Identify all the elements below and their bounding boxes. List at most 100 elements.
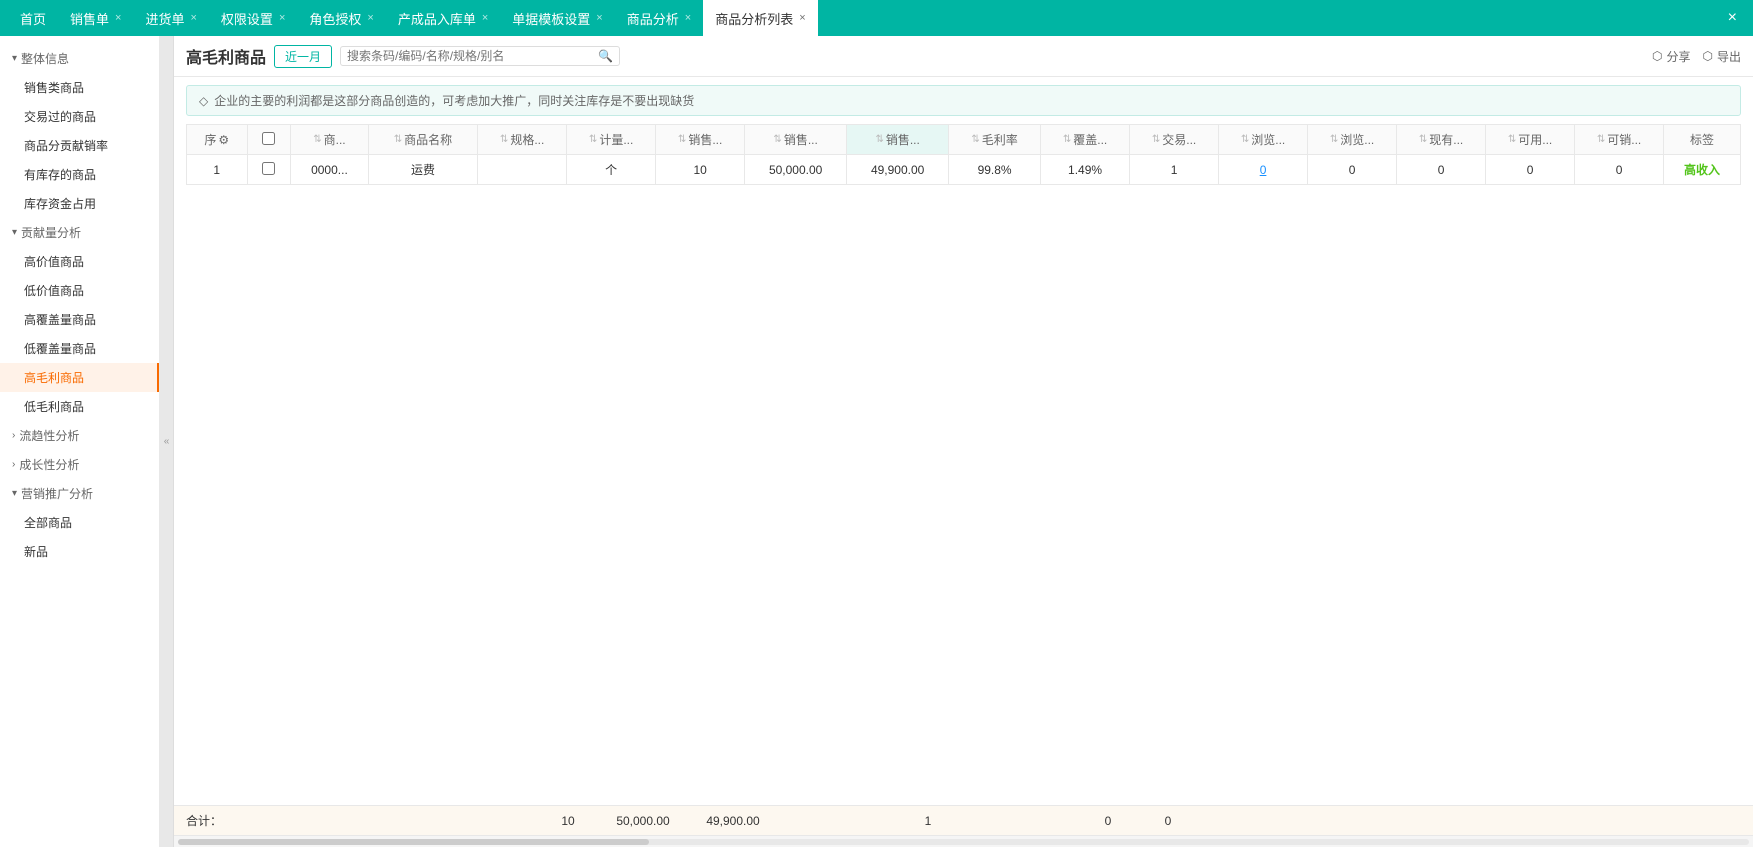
filter-recent-month-button[interactable]: 近一月 <box>274 45 332 68</box>
sidebar-group-contribution[interactable]: ▾ 贡献量分析 <box>0 218 159 247</box>
close-icon[interactable]: × <box>190 12 196 24</box>
sort-icon: ⇅ <box>500 134 508 145</box>
search-input[interactable] <box>347 49 598 63</box>
col-browse1: ⇅ 浏览... <box>1219 125 1308 155</box>
nav-analysis-list[interactable]: 商品分析列表 × <box>703 0 817 36</box>
col-sale1: ⇅ 销售... <box>656 125 745 155</box>
nav-purchase[interactable]: 进货单 × <box>133 0 208 36</box>
sidebar-collapse-button[interactable]: « <box>160 36 174 847</box>
scrollbar-thumb[interactable] <box>178 839 649 845</box>
nav-analysis[interactable]: 商品分析 × <box>615 0 703 36</box>
footer-spacer3 <box>958 814 1078 828</box>
sort-icon: ⇅ <box>1063 134 1071 145</box>
nav-permissions[interactable]: 权限设置 × <box>209 0 297 36</box>
cell-browse1[interactable]: 0 <box>1219 155 1308 185</box>
col-sale2: ⇅ 销售... <box>745 125 847 155</box>
export-icon: ⬡ <box>1703 49 1713 63</box>
nav-roles[interactable]: 角色授权 × <box>297 0 385 36</box>
horizontal-scrollbar[interactable] <box>174 835 1753 847</box>
cell-checkbox[interactable] <box>247 155 290 185</box>
sidebar-item-all-goods[interactable]: 全部商品 <box>0 508 159 537</box>
close-icon[interactable]: × <box>799 12 805 24</box>
cell-tag: 高收入 <box>1664 155 1741 185</box>
col-checkbox[interactable] <box>247 125 290 155</box>
content-header: 高毛利商品 近一月 🔍 ⬡ 分享 ⬡ 导出 <box>174 36 1753 77</box>
sidebar-item-high-coverage[interactable]: 高覆盖量商品 <box>0 305 159 334</box>
footer-sale1: 10 <box>538 814 598 828</box>
sidebar-item-sales-goods[interactable]: 销售类商品 <box>0 73 159 102</box>
export-button[interactable]: ⬡ 导出 <box>1703 48 1742 65</box>
close-icon[interactable]: × <box>115 12 121 24</box>
notice-bar: ◇ 企业的主要的利润都是这部分商品创造的，可考虑加大推广，同时关注库存是不要出现… <box>186 85 1741 116</box>
sort-icon: ⇅ <box>1419 134 1427 145</box>
window-close-button[interactable]: × <box>1720 9 1745 27</box>
sidebar-item-low-margin[interactable]: 低毛利商品 <box>0 392 159 421</box>
sort-icon: ⇅ <box>1597 134 1605 145</box>
cell-sale2: 50,000.00 <box>745 155 847 185</box>
sidebar-item-contribution-rate[interactable]: 商品分贡献销率 <box>0 131 159 160</box>
nav-warehouse[interactable]: 产成品入库单 × <box>386 0 500 36</box>
sidebar-item-low-value[interactable]: 低价值商品 <box>0 276 159 305</box>
sort-icon: ⇅ <box>1330 134 1338 145</box>
share-button[interactable]: ⬡ 分享 <box>1652 48 1691 65</box>
col-coverage: ⇅ 覆盖... <box>1041 125 1130 155</box>
settings-icon[interactable]: ⚙ <box>218 133 229 147</box>
sort-icon: ⇅ <box>1241 134 1249 145</box>
nav-template[interactable]: 单据模板设置 × <box>500 0 614 36</box>
search-icon[interactable]: 🔍 <box>598 49 613 63</box>
notice-icon: ◇ <box>199 94 208 108</box>
sidebar-item-low-coverage[interactable]: 低覆盖量商品 <box>0 334 159 363</box>
sort-icon: ⇅ <box>678 134 686 145</box>
close-icon[interactable]: × <box>596 12 602 24</box>
row-checkbox[interactable] <box>262 162 275 175</box>
sort-icon: ⇅ <box>1508 134 1516 145</box>
sidebar-item-new-goods[interactable]: 新品 <box>0 537 159 566</box>
data-table: 序 ⚙ ⇅ 商... <box>186 124 1741 185</box>
sidebar-group-growth[interactable]: › 成长性分析 <box>0 450 159 479</box>
cell-saleable: 0 <box>1575 155 1664 185</box>
col-seq: 序 ⚙ <box>187 125 248 155</box>
col-code: ⇅ 商... <box>291 125 369 155</box>
col-sale3: ⇅ 销售... <box>847 125 949 155</box>
footer-total-bar: 合计： 10 50,000.00 49,900.00 1 0 0 <box>174 805 1753 835</box>
select-all-checkbox[interactable] <box>262 132 275 145</box>
sidebar-group-flow[interactable]: › 流趋性分析 <box>0 421 159 450</box>
cell-code: 0000... <box>291 155 369 185</box>
sort-icon: ⇅ <box>394 134 402 145</box>
sidebar-item-in-stock[interactable]: 有库存的商品 <box>0 160 159 189</box>
close-icon[interactable]: × <box>482 12 488 24</box>
close-icon[interactable]: × <box>685 12 691 24</box>
chevron-right-icon: › <box>12 459 15 470</box>
cell-name: 运费 <box>368 155 477 185</box>
nav-sales[interactable]: 销售单 × <box>58 0 133 36</box>
header-actions: ⬡ 分享 ⬡ 导出 <box>1652 48 1741 65</box>
sidebar-group-overall[interactable]: ▾ 整体信息 <box>0 44 159 73</box>
footer-available: 0 <box>1138 814 1198 828</box>
sidebar-item-high-value[interactable]: 高价值商品 <box>0 247 159 276</box>
col-current: ⇅ 现有... <box>1397 125 1486 155</box>
scrollbar-track <box>178 839 1749 845</box>
footer-label: 合计： <box>186 812 238 829</box>
sidebar-item-traded-goods[interactable]: 交易过的商品 <box>0 102 159 131</box>
cell-spec <box>478 155 567 185</box>
footer-cells: 10 50,000.00 49,900.00 1 0 0 <box>238 814 1741 828</box>
search-box: 🔍 <box>340 46 620 66</box>
chevron-down-icon: ▾ <box>12 53 17 64</box>
col-saleable: ⇅ 可销... <box>1575 125 1664 155</box>
sort-icon: ⇅ <box>971 134 979 145</box>
main-layout: ▾ 整体信息 销售类商品 交易过的商品 商品分贡献销率 有库存的商品 库存资金占… <box>0 36 1753 847</box>
sidebar-item-high-margin[interactable]: 高毛利商品 <box>0 363 159 392</box>
cell-trade: 1 <box>1130 155 1219 185</box>
sidebar-group-marketing[interactable]: ▾ 营销推广分析 <box>0 479 159 508</box>
nav-home[interactable]: 首页 <box>8 0 58 36</box>
sort-icon: ⇅ <box>773 134 781 145</box>
footer-spacer1 <box>238 814 538 828</box>
cell-sale1: 10 <box>656 155 745 185</box>
cell-margin-rate: 99.8% <box>949 155 1041 185</box>
close-icon[interactable]: × <box>367 12 373 24</box>
sidebar-item-stock-capital[interactable]: 库存资金占用 <box>0 189 159 218</box>
close-icon[interactable]: × <box>279 12 285 24</box>
cell-sale3: 49,900.00 <box>847 155 949 185</box>
cell-browse2: 0 <box>1308 155 1397 185</box>
cell-unit: 个 <box>567 155 656 185</box>
